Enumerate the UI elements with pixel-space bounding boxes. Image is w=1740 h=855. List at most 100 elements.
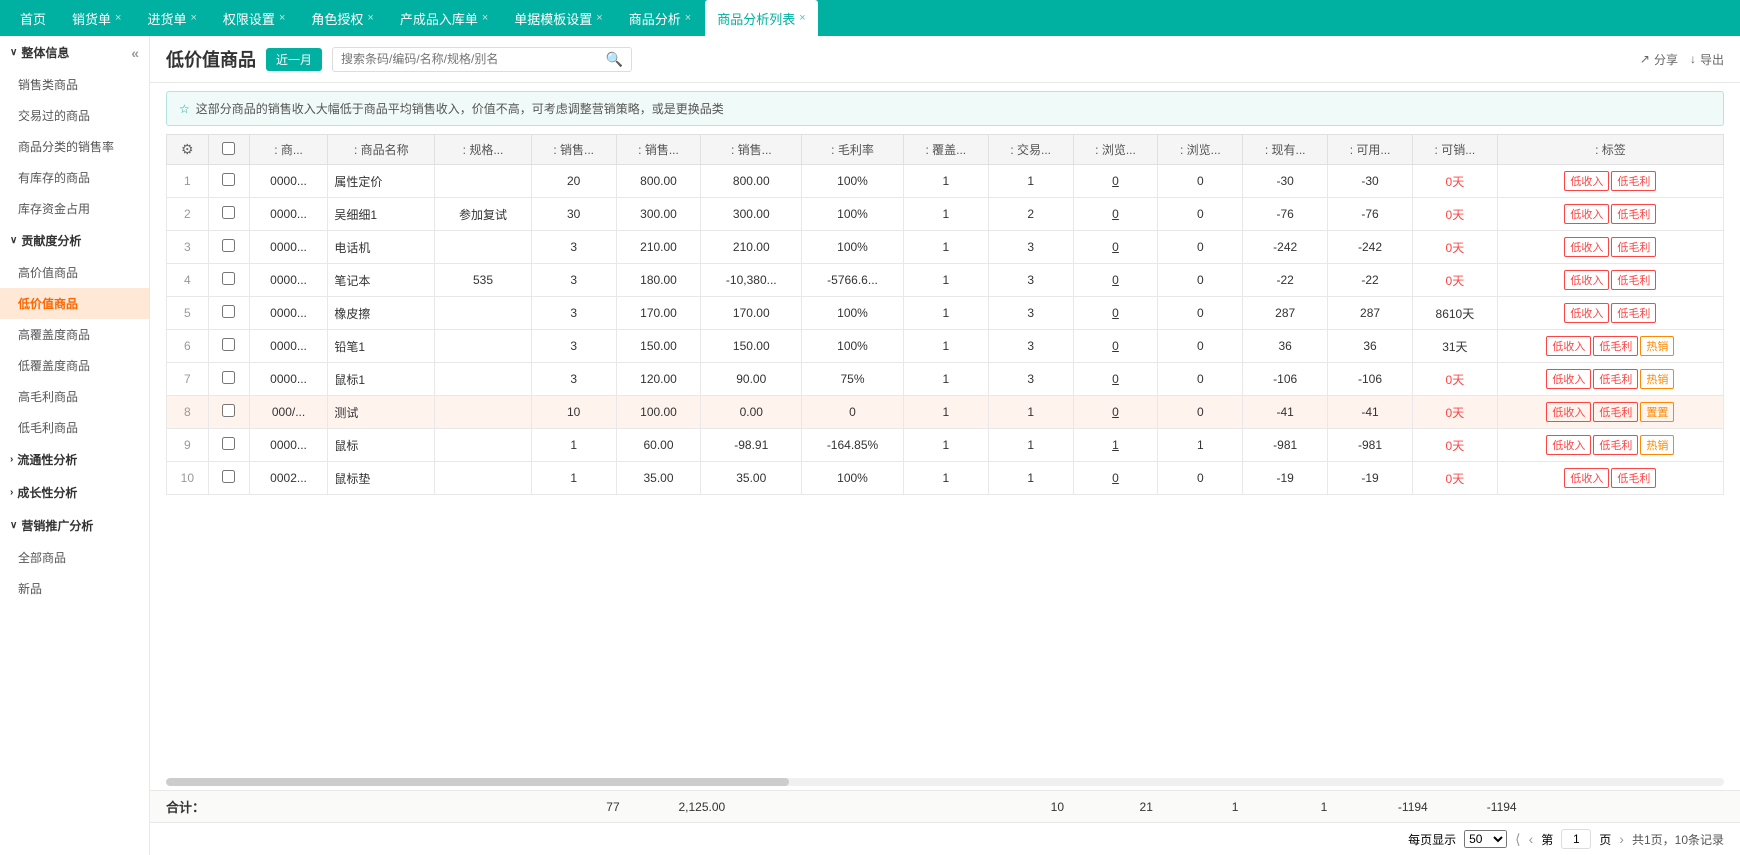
row-checkbox[interactable] — [222, 404, 235, 417]
sidebar-item-低覆盖度商品[interactable]: 低覆盖度商品 — [0, 350, 149, 381]
sidebar-item-高价值商品[interactable]: 高价值商品 — [0, 257, 149, 288]
col-sort-sales_price[interactable]: : 销售... — [638, 143, 679, 157]
row-checkbox[interactable] — [222, 173, 235, 186]
select-all-checkbox[interactable] — [222, 142, 235, 155]
nav-close-产成品入库单[interactable]: × — [482, 12, 488, 24]
nav-close-销货单[interactable]: × — [115, 12, 121, 24]
sidebar-item-商品分类的销售率[interactable]: 商品分类的销售率 — [0, 131, 149, 162]
col-sort-view1[interactable]: : 浏览... — [1095, 143, 1136, 157]
col-header-view2[interactable]: : 浏览... — [1158, 135, 1243, 165]
row-checkbox[interactable] — [222, 338, 235, 351]
row-checkbox[interactable] — [222, 437, 235, 450]
scroll-bar[interactable] — [166, 778, 1724, 786]
row-checkbox[interactable] — [222, 206, 235, 219]
sidebar-section-整体信息[interactable]: ∨整体信息« — [0, 36, 149, 69]
col-header-sales_qty[interactable]: : 销售... — [531, 135, 616, 165]
page-prev-button[interactable]: ‹ — [1529, 831, 1534, 847]
nav-close-角色授权[interactable]: × — [367, 12, 373, 24]
page-size-select[interactable]: 50 100 200 — [1464, 830, 1507, 848]
col-header-gross_margin[interactable]: : 毛利率 — [802, 135, 904, 165]
sidebar-collapse-btn[interactable]: « — [131, 45, 139, 61]
col-header-view1[interactable]: : 浏览... — [1073, 135, 1158, 165]
col-header-current[interactable]: : 现有... — [1243, 135, 1328, 165]
nav-item-角色授权[interactable]: 角色授权× — [299, 0, 385, 36]
row-checkbox[interactable] — [222, 470, 235, 483]
view1-link[interactable]: 0 — [1112, 339, 1119, 353]
view1-link[interactable]: 0 — [1112, 372, 1119, 386]
col-header-spec[interactable]: : 规格... — [435, 135, 531, 165]
sidebar-item-库存资金占用[interactable]: 库存资金占用 — [0, 193, 149, 224]
row-checkbox[interactable] — [222, 371, 235, 384]
col-header-name[interactable]: : 商品名称 — [328, 135, 435, 165]
row-checkbox[interactable] — [222, 239, 235, 252]
col-sort-sellable[interactable]: : 可销... — [1435, 143, 1476, 157]
period-button[interactable]: 近一月 — [266, 48, 322, 71]
nav-item-产成品入库单[interactable]: 产成品入库单× — [388, 0, 500, 36]
sidebar-section-营销推广分析[interactable]: ∨营销推广分析 — [0, 509, 149, 542]
sidebar-item-高覆盖度商品[interactable]: 高覆盖度商品 — [0, 319, 149, 350]
col-sort-sales_amount[interactable]: : 销售... — [731, 143, 772, 157]
sidebar-section-贡献度分析[interactable]: ∨贡献度分析 — [0, 224, 149, 257]
sidebar-item-低价值商品[interactable]: 低价值商品 — [0, 288, 149, 319]
sidebar-section-成长性分析[interactable]: ›成长性分析 — [0, 476, 149, 509]
sidebar-item-新品[interactable]: 新品 — [0, 573, 149, 604]
view1-link[interactable]: 0 — [1112, 174, 1119, 188]
export-button[interactable]: ↓ 导出 — [1690, 51, 1724, 68]
sidebar-item-交易过的商品[interactable]: 交易过的商品 — [0, 100, 149, 131]
view1-link[interactable]: 0 — [1112, 405, 1119, 419]
nav-item-首页[interactable]: 首页 — [8, 0, 58, 36]
nav-item-权限设置[interactable]: 权限设置× — [211, 0, 297, 36]
search-icon[interactable]: 🔍 — [606, 51, 623, 68]
sidebar-item-低毛利商品[interactable]: 低毛利商品 — [0, 412, 149, 443]
nav-close-商品分析列表[interactable]: × — [799, 12, 805, 24]
nav-close-单据模板设置[interactable]: × — [596, 12, 602, 24]
col-sort-view2[interactable]: : 浏览... — [1180, 143, 1221, 157]
col-sort-sales_qty[interactable]: : 销售... — [553, 143, 594, 157]
col-sort-gross_margin[interactable]: : 毛利率 — [831, 143, 874, 157]
view1-link[interactable]: 0 — [1112, 306, 1119, 320]
sidebar-section-流通性分析[interactable]: ›流通性分析 — [0, 443, 149, 476]
col-sort-tags[interactable]: : 标签 — [1595, 143, 1626, 157]
col-sort-available[interactable]: : 可用... — [1350, 143, 1391, 157]
share-button[interactable]: ↗ 分享 — [1640, 51, 1678, 68]
nav-item-商品分析[interactable]: 商品分析× — [617, 0, 703, 36]
nav-item-商品分析列表[interactable]: 商品分析列表× — [705, 0, 817, 36]
nav-item-进货单[interactable]: 进货单× — [135, 0, 208, 36]
view1-link[interactable]: 0 — [1112, 273, 1119, 287]
search-input[interactable] — [341, 52, 600, 66]
view1-link[interactable]: 0 — [1112, 240, 1119, 254]
col-sort-spec[interactable]: : 规格... — [463, 143, 504, 157]
col-header-sales_amount[interactable]: : 销售... — [701, 135, 802, 165]
col-sort-trade[interactable]: : 交易... — [1010, 143, 1051, 157]
row-checkbox[interactable] — [222, 305, 235, 318]
col-sort-name[interactable]: : 商品名称 — [354, 143, 409, 157]
col-header-tags[interactable]: : 标签 — [1497, 135, 1723, 165]
col-header-trade[interactable]: : 交易... — [988, 135, 1073, 165]
sidebar-item-全部商品[interactable]: 全部商品 — [0, 542, 149, 573]
nav-close-权限设置[interactable]: × — [279, 12, 285, 24]
col-sort-current[interactable]: : 现有... — [1265, 143, 1306, 157]
col-header-sellable[interactable]: : 可销... — [1412, 135, 1497, 165]
col-header-available[interactable]: : 可用... — [1328, 135, 1413, 165]
col-header-coverage[interactable]: : 覆盖... — [903, 135, 988, 165]
page-first-button[interactable]: ⟨ — [1515, 831, 1520, 848]
nav-close-进货单[interactable]: × — [190, 12, 196, 24]
sidebar-item-销售类商品[interactable]: 销售类商品 — [0, 69, 149, 100]
nav-close-商品分析[interactable]: × — [685, 12, 691, 24]
view1-link[interactable]: 0 — [1112, 471, 1119, 485]
page-number-input[interactable] — [1561, 829, 1591, 849]
col-sort-coverage[interactable]: : 覆盖... — [925, 143, 966, 157]
view1-link[interactable]: 0 — [1112, 207, 1119, 221]
nav-item-单据模板设置[interactable]: 单据模板设置× — [502, 0, 614, 36]
page-next-button[interactable]: › — [1619, 831, 1624, 847]
col-sort-code[interactable]: : 商... — [274, 143, 303, 157]
table-container[interactable]: ⚙ : 商... : 商品名称 : 规格... : 销售... : 销售... : 销售..… — [150, 134, 1740, 778]
sidebar-item-有库存的商品[interactable]: 有库存的商品 — [0, 162, 149, 193]
settings-icon[interactable]: ⚙ — [181, 141, 194, 157]
view1-link[interactable]: 1 — [1112, 438, 1119, 452]
sidebar-item-高毛利商品[interactable]: 高毛利商品 — [0, 381, 149, 412]
col-header-sales_price[interactable]: : 销售... — [616, 135, 701, 165]
nav-item-销货单[interactable]: 销货单× — [60, 0, 133, 36]
row-checkbox[interactable] — [222, 272, 235, 285]
col-header-code[interactable]: : 商... — [249, 135, 328, 165]
